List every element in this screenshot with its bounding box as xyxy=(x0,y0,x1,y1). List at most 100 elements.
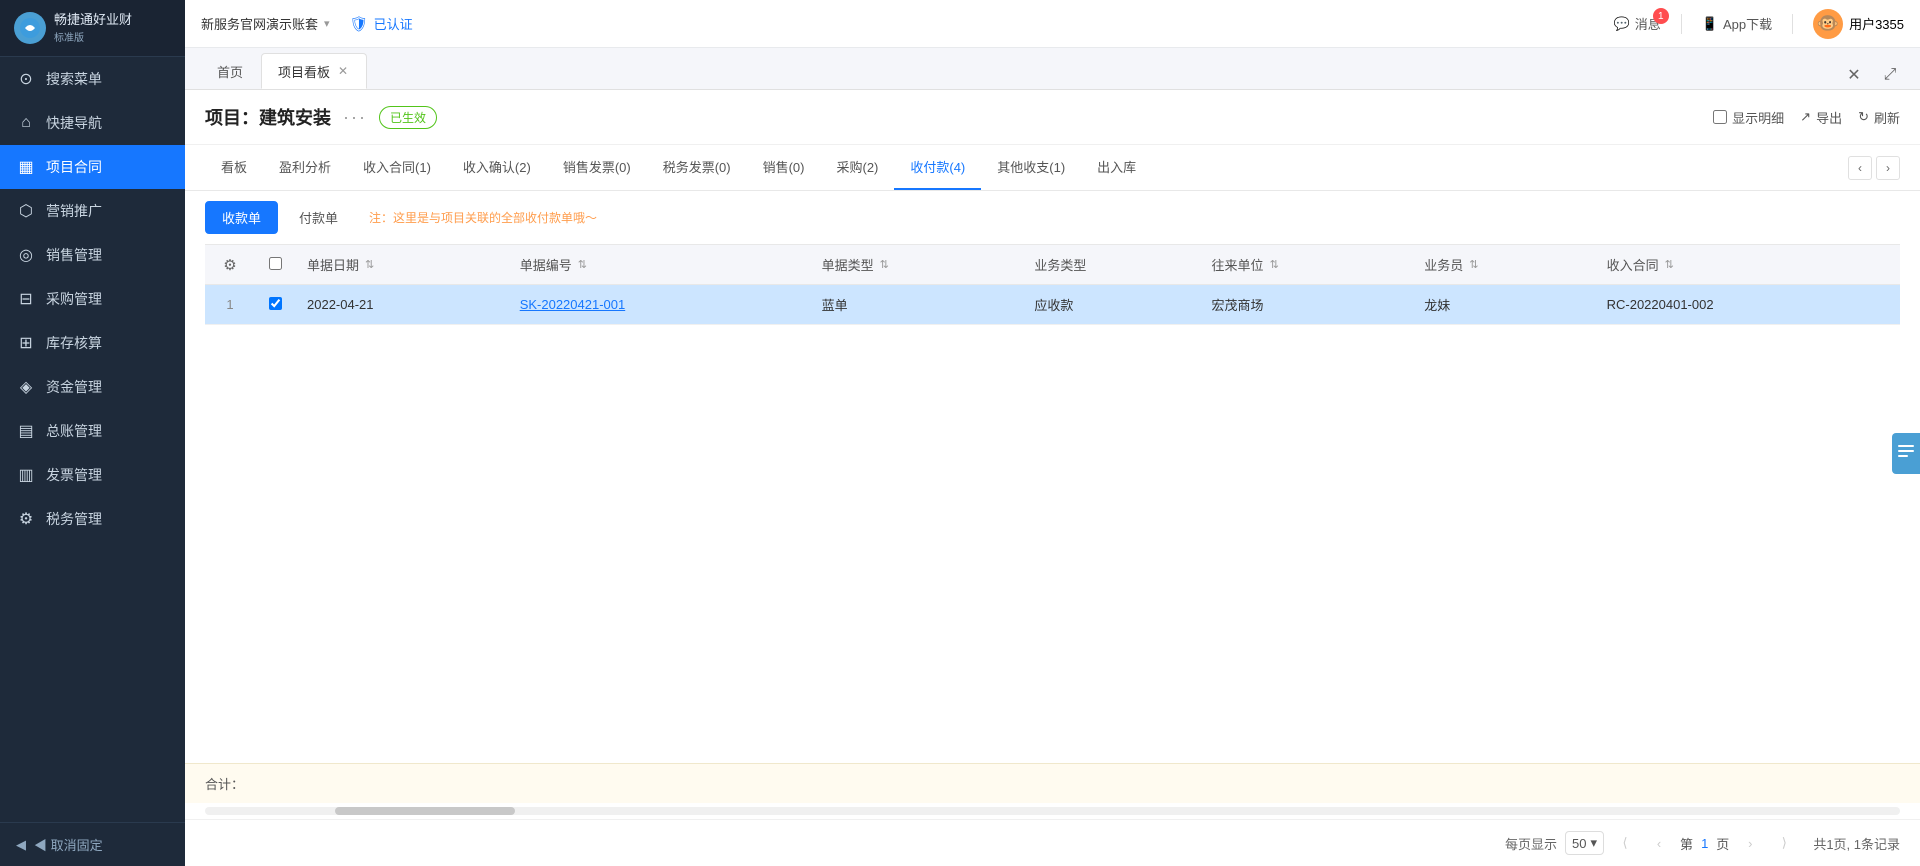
funds-icon: ◈ xyxy=(16,377,36,397)
cell-business-type: 应收款 xyxy=(1022,285,1199,325)
sidebar-item-funds[interactable]: ◈ 资金管理 xyxy=(0,365,185,409)
sub-tab-sales[interactable]: 销售(0) xyxy=(747,145,821,190)
tab-home[interactable]: 首页 xyxy=(201,53,259,89)
sort-number-icon[interactable]: ⇅ xyxy=(578,258,587,271)
sort-contract-icon[interactable]: ⇅ xyxy=(1665,258,1674,271)
show-detail-checkbox[interactable] xyxy=(1713,110,1727,124)
sidebar-item-project[interactable]: ▦ 项目合同 xyxy=(0,145,185,189)
gear-icon[interactable]: ⚙ xyxy=(223,257,236,274)
th-contract: 收入合同 ⇅ xyxy=(1595,245,1900,285)
project-more-button[interactable]: ··· xyxy=(343,107,367,128)
inner-tab-receipt[interactable]: 收款单 xyxy=(205,201,278,234)
sub-tab-sales-invoice[interactable]: 销售发票(0) xyxy=(547,145,647,190)
row-checkbox[interactable] xyxy=(269,297,282,310)
sort-type-icon[interactable]: ⇅ xyxy=(880,258,889,271)
sub-tab-nav: ‹ › xyxy=(1848,156,1900,180)
sales-icon: ◎ xyxy=(16,245,36,265)
sidebar-item-quicknav[interactable]: ⌂ 快捷导航 xyxy=(0,101,185,145)
select-all-checkbox[interactable] xyxy=(269,257,282,270)
sub-tab-inout-warehouse[interactable]: 出入库 xyxy=(1081,145,1152,190)
page-content: 项目：建筑安装 ··· 已生效 显示明细 ↗ 导出 ↻ 刷新 xyxy=(185,90,1920,866)
sub-tab-prev-button[interactable]: ‹ xyxy=(1848,156,1872,180)
app-download-button[interactable]: 📱 App下载 xyxy=(1702,14,1772,33)
sub-tab-purchase[interactable]: 采购(2) xyxy=(820,145,894,190)
sort-date-icon[interactable]: ⇅ xyxy=(365,258,374,271)
inner-tab-payment[interactable]: 付款单 xyxy=(282,201,355,234)
th-number: 单据编号 ⇅ xyxy=(508,245,810,285)
tax-icon: ⚙ xyxy=(16,509,36,529)
cell-salesperson: 龙妹 xyxy=(1412,285,1594,325)
sub-tab-tax-invoice[interactable]: 税务发票(0) xyxy=(647,145,747,190)
th-business-type: 业务类型 xyxy=(1022,245,1199,285)
project-selector[interactable]: 新服务官网演示账套 ▾ xyxy=(201,14,330,33)
page-suffix: 页 xyxy=(1716,834,1729,853)
sidebar-item-tax[interactable]: ⚙ 税务管理 xyxy=(0,497,185,541)
sub-tab-profit[interactable]: 盈利分析 xyxy=(263,145,347,190)
sidebar-unpin-button[interactable]: ◀ ◀ 取消固定 xyxy=(0,822,185,866)
maximize-window-button[interactable]: ⤢ xyxy=(1876,61,1904,89)
th-type: 单据类型 ⇅ xyxy=(810,245,1023,285)
shield-icon: 🛡 xyxy=(350,15,369,33)
last-page-button[interactable]: ⟩ xyxy=(1771,830,1797,856)
horizontal-scrollbar[interactable] xyxy=(205,807,1900,815)
select-chevron-icon: ▾ xyxy=(1591,835,1598,851)
sidebar-item-search[interactable]: ⊙ 搜索菜单 xyxy=(0,57,185,101)
total-label: 合计： xyxy=(205,774,285,793)
inventory-icon: ⊞ xyxy=(16,333,36,353)
table-row[interactable]: 1 2022-04-21 SK-20220421-001 蓝单 应收款 宏茂商场… xyxy=(205,285,1900,325)
tab-project-board[interactable]: 项目看板 ✕ xyxy=(261,53,367,89)
sort-salesperson-icon[interactable]: ⇅ xyxy=(1469,258,1478,271)
sidebar-item-purchase[interactable]: ⊟ 采购管理 xyxy=(0,277,185,321)
scrollbar-row xyxy=(185,803,1920,819)
project-header-actions: 显示明细 ↗ 导出 ↻ 刷新 xyxy=(1713,108,1900,127)
topbar-actions: 💬 消息 1 📱 App下载 🐵 用户3355 xyxy=(1614,9,1904,39)
cell-type: 蓝单 xyxy=(810,285,1023,325)
user-menu-button[interactable]: 🐵 用户3355 xyxy=(1813,9,1904,39)
sub-tab-next-button[interactable]: › xyxy=(1876,156,1900,180)
tab-project-board-label: 项目看板 xyxy=(278,62,330,81)
main-area: 新服务官网演示账套 ▾ 🛡 已认证 💬 消息 1 📱 App下载 🐵 用户335… xyxy=(185,0,1920,866)
tab-close-icon[interactable]: ✕ xyxy=(336,62,350,80)
sub-tab-payment[interactable]: 收付款(4) xyxy=(894,145,981,190)
right-panel-button[interactable] xyxy=(1892,433,1920,474)
sidebar-item-inventory[interactable]: ⊞ 库存核算 xyxy=(0,321,185,365)
pagination: 每页显示 50 ▾ ⟨ ‹ 第 1 页 › ⟩ 共1页, 1条记录 xyxy=(185,819,1920,866)
project-header: 项目：建筑安装 ··· 已生效 显示明细 ↗ 导出 ↻ 刷新 xyxy=(185,90,1920,145)
sub-tab-other-income[interactable]: 其他收支(1) xyxy=(981,145,1081,190)
project-title: 项目：建筑安装 xyxy=(205,104,331,130)
scrollbar-thumb[interactable] xyxy=(335,807,515,815)
per-page-select[interactable]: 50 ▾ xyxy=(1565,831,1604,855)
tab-home-label: 首页 xyxy=(217,62,243,81)
th-gear[interactable]: ⚙ xyxy=(205,245,255,285)
sub-tab-kanban[interactable]: 看板 xyxy=(205,145,263,190)
sort-partner-icon[interactable]: ⇅ xyxy=(1270,258,1279,271)
cell-number[interactable]: SK-20220421-001 xyxy=(508,285,810,325)
topbar-divider2 xyxy=(1792,14,1793,34)
sub-tab-income-contract[interactable]: 收入合同(1) xyxy=(347,145,447,190)
sidebar-scroll: ⊙ 搜索菜单 ⌂ 快捷导航 ▦ 项目合同 ⬡ 营销推广 ◎ 销售管理 ⊟ 采购管… xyxy=(0,57,185,822)
invoice-icon: ▥ xyxy=(16,465,36,485)
purchase-icon: ⊟ xyxy=(16,289,36,309)
sidebar-item-marketing[interactable]: ⬡ 营销推广 xyxy=(0,189,185,233)
table-area: ⚙ 单据日期 ⇅ 单据编号 xyxy=(185,234,1920,763)
cell-checkbox[interactable] xyxy=(255,285,295,325)
sidebar-item-sales[interactable]: ◎ 销售管理 xyxy=(0,233,185,277)
close-window-button[interactable]: ✕ xyxy=(1840,61,1868,89)
gift-icon: ⬡ xyxy=(16,201,36,221)
next-page-button[interactable]: › xyxy=(1737,830,1763,856)
topbar: 新服务官网演示账套 ▾ 🛡 已认证 💬 消息 1 📱 App下载 🐵 用户335… xyxy=(185,0,1920,48)
per-page-label: 每页显示 xyxy=(1505,834,1557,853)
certified-badge: 🛡 已认证 xyxy=(350,14,413,33)
sub-tab-income-confirm[interactable]: 收入确认(2) xyxy=(447,145,547,190)
refresh-button[interactable]: ↻ 刷新 xyxy=(1858,108,1900,127)
sidebar-item-ledger[interactable]: ▤ 总账管理 xyxy=(0,409,185,453)
first-page-button[interactable]: ⟨ xyxy=(1612,830,1638,856)
show-detail-toggle[interactable]: 显示明细 xyxy=(1713,108,1784,127)
message-button[interactable]: 💬 消息 1 xyxy=(1614,14,1661,33)
home-icon: ⌂ xyxy=(16,114,36,132)
th-checkbox[interactable] xyxy=(255,245,295,285)
export-button[interactable]: ↗ 导出 xyxy=(1800,108,1842,127)
sidebar-item-invoice[interactable]: ▥ 发票管理 xyxy=(0,453,185,497)
prev-page-button[interactable]: ‹ xyxy=(1646,830,1672,856)
table-header-row: ⚙ 单据日期 ⇅ 单据编号 xyxy=(205,245,1900,285)
